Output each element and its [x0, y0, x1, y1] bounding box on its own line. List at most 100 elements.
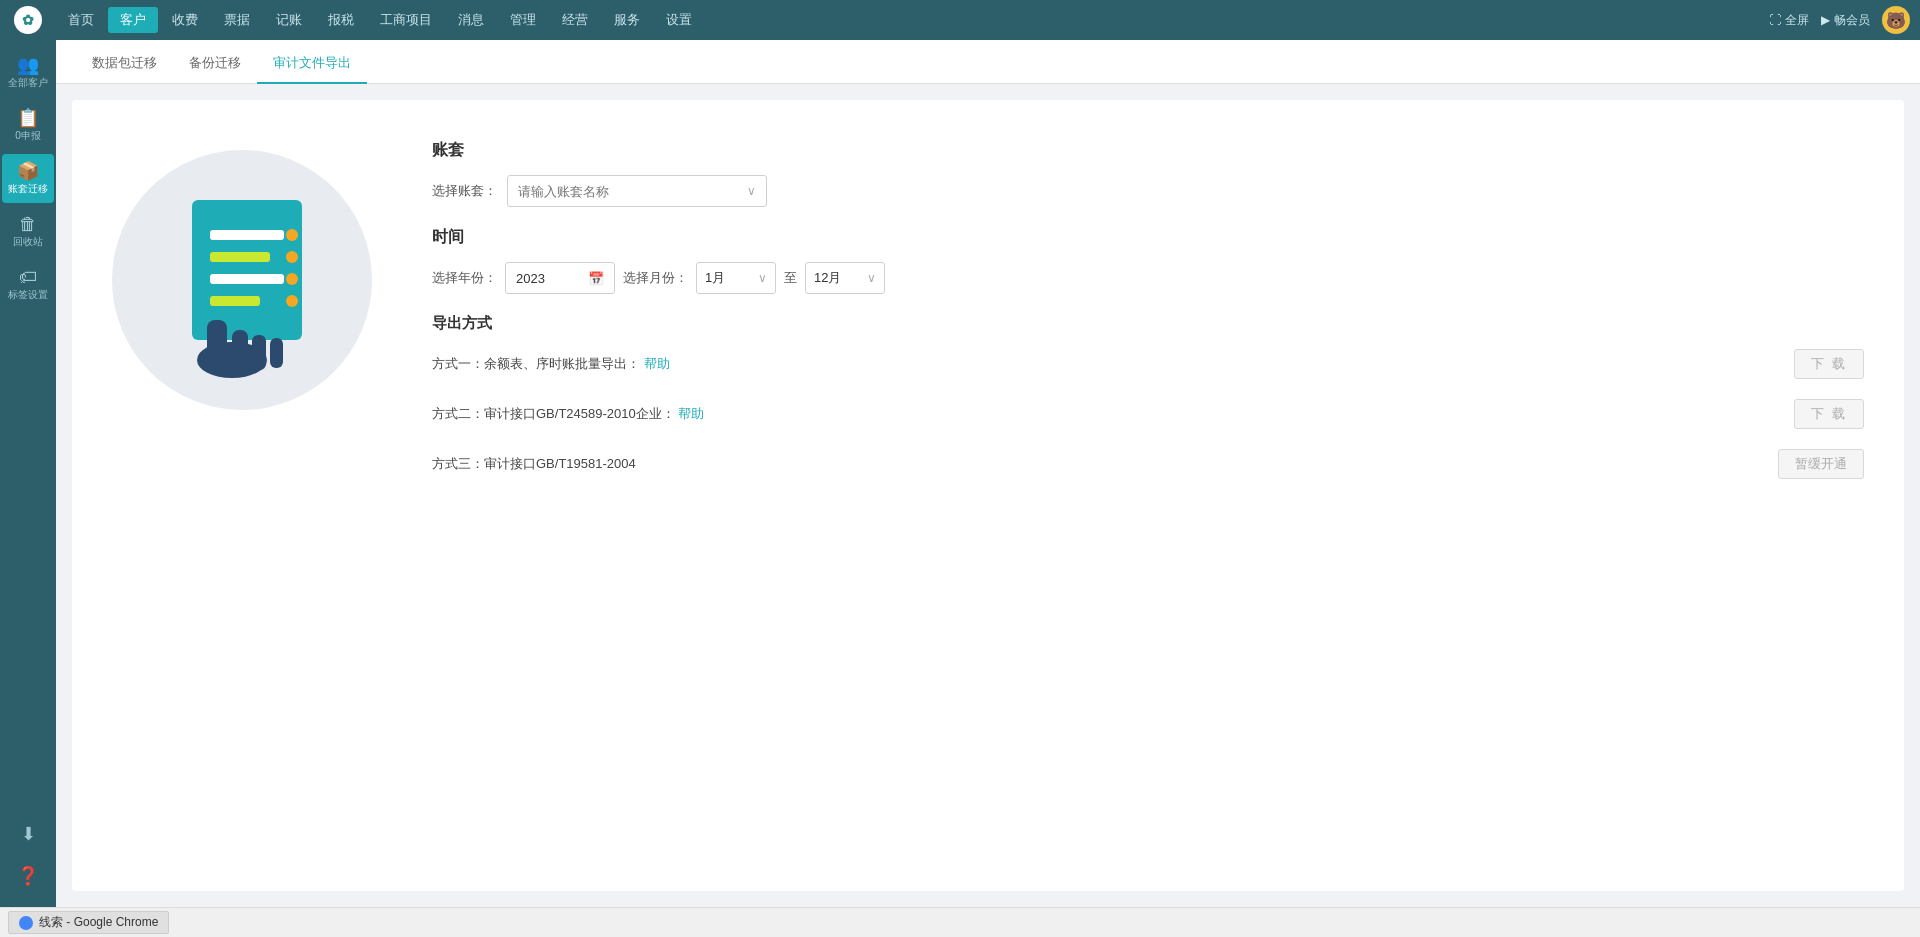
svg-rect-2	[210, 252, 270, 262]
sidebar-label-tag-settings: 标签设置	[8, 289, 48, 301]
nav-billing[interactable]: 收费	[160, 7, 210, 33]
method1-label: 方式一：余额表、序时账批量导出：	[432, 356, 640, 371]
time-section-title: 时间	[432, 227, 1864, 248]
account-row: 选择账套： ∨	[432, 175, 1864, 207]
nav-service[interactable]: 服务	[602, 7, 652, 33]
tag-icon: 🏷	[19, 268, 37, 286]
month-end-value: 12月	[814, 269, 841, 287]
page-content: 账套 选择账套： ∨ 时间 选择年份： 2023 📅	[72, 100, 1904, 891]
sidebar-item-zero-declare[interactable]: 📋 0申报	[2, 101, 54, 150]
tab-audit-export[interactable]: 审计文件导出	[257, 44, 367, 84]
nav-settings[interactable]: 设置	[654, 7, 704, 33]
sidebar-bottom: ⬇ ❓	[2, 815, 54, 907]
nav-tax[interactable]: 报税	[316, 7, 366, 33]
illustration-circle	[112, 150, 372, 410]
export-section-divider: 导出方式	[432, 314, 1864, 333]
fullscreen-button[interactable]: ⛶ 全屏	[1769, 12, 1809, 29]
avatar[interactable]: 🐻	[1882, 6, 1910, 34]
method2-download-button[interactable]: 下 载	[1794, 399, 1864, 429]
method1-help-link[interactable]: 帮助	[644, 356, 670, 371]
download-icon: ⬇	[21, 823, 36, 845]
year-value: 2023	[516, 271, 545, 286]
chrome-icon	[19, 916, 33, 930]
nav-home[interactable]: 首页	[56, 7, 106, 33]
sidebar-bottom-icon1[interactable]: ⬇	[2, 815, 54, 853]
account-input[interactable]: ∨	[507, 175, 767, 207]
tabs-bar: 数据包迁移 备份迁移 审计文件导出	[56, 40, 1920, 84]
sidebar-label-zero-declare: 0申报	[15, 130, 41, 142]
sidebar: 👥 全部客户 📋 0申报 📦 账套迁移 🗑 回收站 🏷 标签设置 ⬇ ❓	[0, 40, 56, 907]
sidebar-item-account-migration[interactable]: 📦 账套迁移	[2, 154, 54, 203]
export-section-title: 导出方式	[432, 314, 1864, 333]
month-start-label: 选择月份：	[623, 269, 688, 287]
account-dropdown-icon: ∨	[747, 184, 756, 198]
account-label: 选择账套：	[432, 182, 497, 200]
nav-menu: 首页 客户 收费 票据 记账 报税 工商项目 消息 管理 经营 服务 设置	[56, 7, 1769, 33]
account-text-input[interactable]	[518, 184, 738, 199]
method2-label: 方式二：审计接口GB/T24589-2010企业：	[432, 406, 675, 421]
export-method-3: 方式三：审计接口GB/T19581-2004 暂缓开通	[432, 449, 1864, 479]
right-toolbar: ⛶ 全屏 ▶ 畅会员 🐻	[1769, 6, 1910, 34]
method1-text: 方式一：余额表、序时账批量导出： 帮助	[432, 355, 1794, 373]
declare-icon: 📋	[17, 109, 39, 127]
svg-rect-13	[270, 338, 283, 368]
question-icon: ❓	[17, 865, 39, 887]
top-navigation: ✿ 首页 客户 收费 票据 记账 报税 工商项目 消息 管理 经营 服务 设置 …	[0, 0, 1920, 40]
taskbar-chrome-item[interactable]: 线索 - Google Chrome	[8, 911, 169, 934]
method3-label: 方式三：审计接口GB/T19581-2004	[432, 456, 636, 471]
tab-data-migration[interactable]: 数据包迁移	[76, 44, 173, 84]
nav-message[interactable]: 消息	[446, 7, 496, 33]
svg-rect-11	[232, 330, 248, 370]
time-row: 选择年份： 2023 📅 选择月份： 1月 ∨ 至 12月 ∨	[432, 262, 1864, 294]
app-logo: ✿	[10, 2, 46, 38]
sidebar-item-recycle[interactable]: 🗑 回收站	[2, 207, 54, 256]
logo-icon: ✿	[14, 6, 42, 34]
taskbar: 线索 - Google Chrome	[0, 907, 1920, 937]
svg-point-6	[286, 251, 298, 263]
clients-icon: 👥	[17, 56, 39, 74]
year-label: 选择年份：	[432, 269, 497, 287]
svg-point-5	[286, 229, 298, 241]
sidebar-label-all-clients: 全部客户	[8, 77, 48, 89]
svg-rect-3	[210, 274, 284, 284]
month-end-arrow: ∨	[867, 271, 876, 285]
svg-rect-1	[210, 230, 284, 240]
doc-illustration-svg	[152, 180, 332, 380]
sidebar-item-tag-settings[interactable]: 🏷 标签设置	[2, 260, 54, 309]
sidebar-bottom-icon2[interactable]: ❓	[2, 857, 54, 895]
export-method-2: 方式二：审计接口GB/T24589-2010企业： 帮助 下 载	[432, 399, 1864, 429]
method2-help-link[interactable]: 帮助	[678, 406, 704, 421]
main-layout: 👥 全部客户 📋 0申报 📦 账套迁移 🗑 回收站 🏷 标签设置 ⬇ ❓	[0, 40, 1920, 907]
method1-download-button[interactable]: 下 载	[1794, 349, 1864, 379]
svg-rect-4	[210, 296, 260, 306]
month-start-value: 1月	[705, 269, 725, 287]
nav-bookkeeping[interactable]: 记账	[264, 7, 314, 33]
month-end-select[interactable]: 12月 ∨	[805, 262, 885, 294]
nav-invoice[interactable]: 票据	[212, 7, 262, 33]
member-button[interactable]: ▶ 畅会员	[1821, 12, 1870, 29]
year-input[interactable]: 2023 📅	[505, 262, 615, 294]
fullscreen-icon: ⛶	[1769, 13, 1781, 27]
month-start-select[interactable]: 1月 ∨	[696, 262, 776, 294]
method3-open-button[interactable]: 暂缓开通	[1778, 449, 1864, 479]
time-section-divider: 时间	[432, 227, 1864, 248]
sidebar-item-all-clients[interactable]: 👥 全部客户	[2, 48, 54, 97]
migration-icon: 📦	[17, 162, 39, 180]
nav-management[interactable]: 管理	[498, 7, 548, 33]
nav-operations[interactable]: 经营	[550, 7, 600, 33]
method3-text: 方式三：审计接口GB/T19581-2004	[432, 455, 1778, 473]
content-area: 数据包迁移 备份迁移 审计文件导出	[56, 40, 1920, 907]
tab-backup-migration[interactable]: 备份迁移	[173, 44, 257, 84]
nav-client[interactable]: 客户	[108, 7, 158, 33]
taskbar-label: 线索 - Google Chrome	[39, 914, 158, 931]
export-method-1: 方式一：余额表、序时账批量导出： 帮助 下 载	[432, 349, 1864, 379]
svg-point-7	[286, 273, 298, 285]
calendar-icon: 📅	[588, 271, 604, 286]
nav-business[interactable]: 工商项目	[368, 7, 444, 33]
illustration-area	[112, 130, 372, 410]
svg-point-8	[286, 295, 298, 307]
form-area: 账套 选择账套： ∨ 时间 选择年份： 2023 📅	[432, 130, 1864, 499]
recycle-icon: 🗑	[19, 215, 37, 233]
time-to-label: 至	[784, 269, 797, 287]
month-start-arrow: ∨	[758, 271, 767, 285]
